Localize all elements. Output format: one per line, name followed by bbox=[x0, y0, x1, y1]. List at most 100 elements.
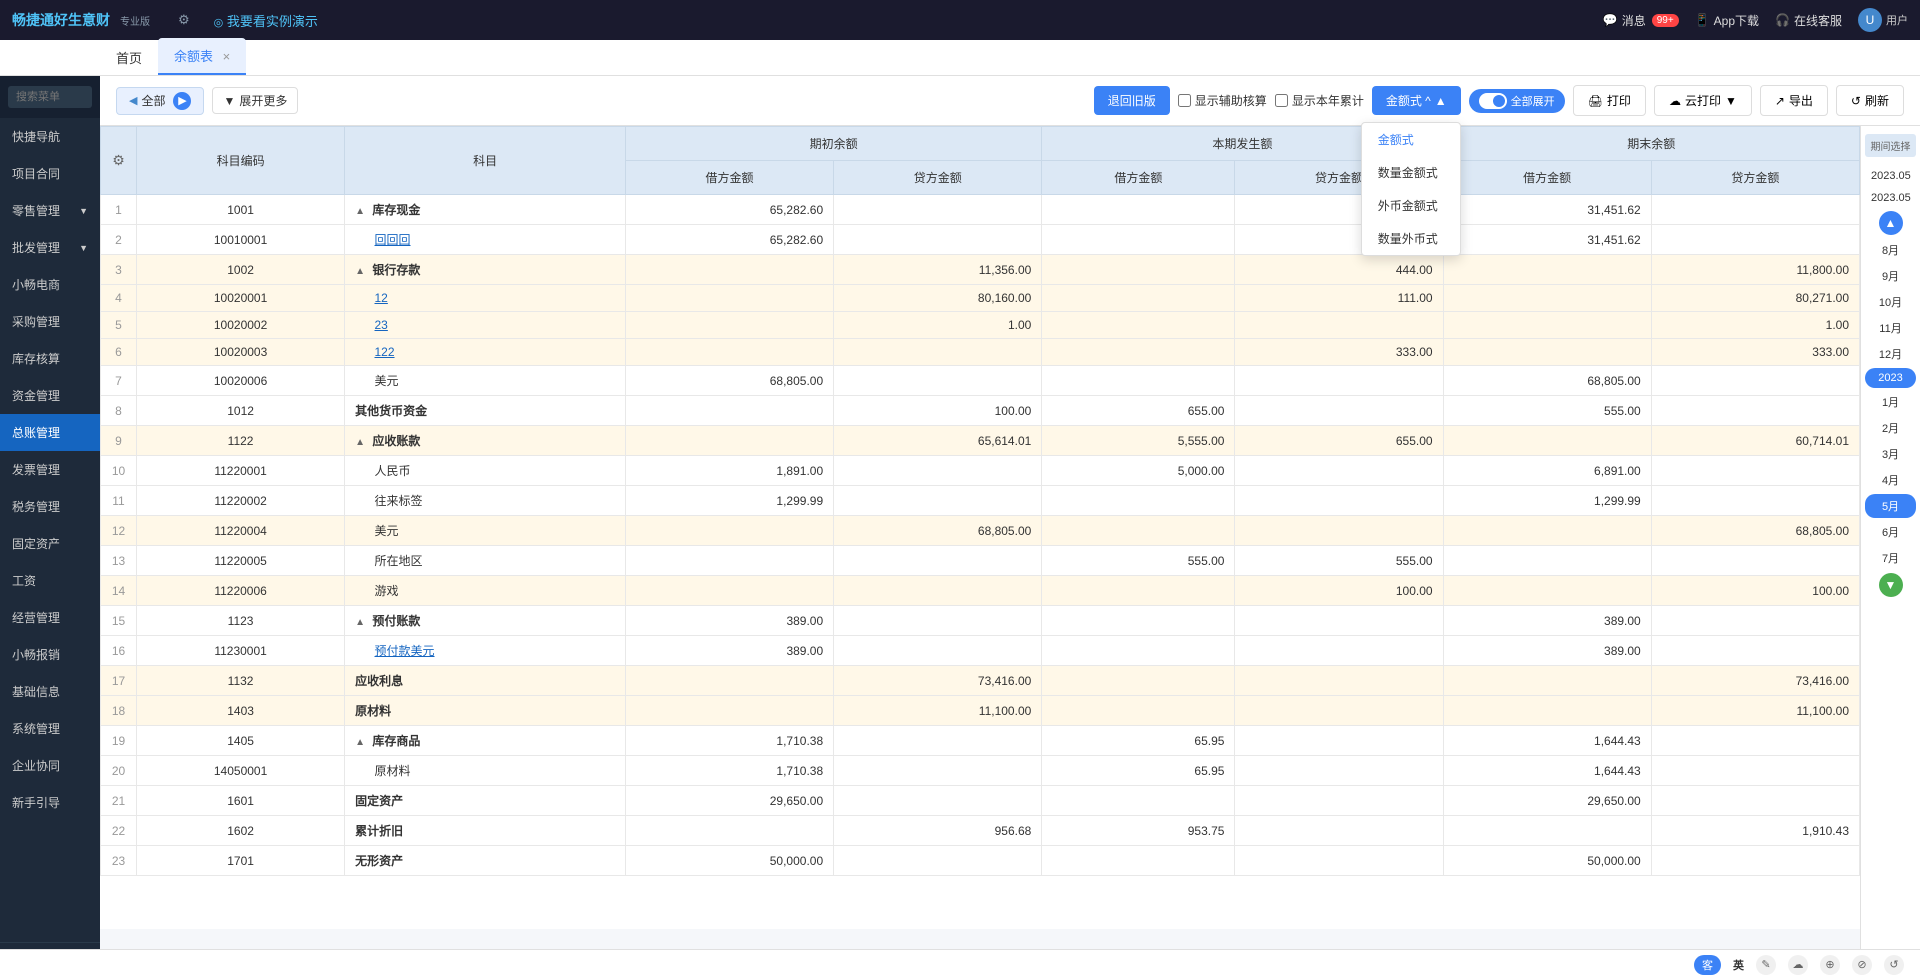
sidebar-item-quick-nav[interactable]: 快捷导航 bbox=[0, 118, 100, 155]
app-download-btn[interactable]: 📱 App下载 bbox=[1695, 12, 1759, 29]
cloud-sync-icon[interactable]: ☁ bbox=[1788, 955, 1808, 975]
export-btn[interactable]: ↗ 导出 bbox=[1760, 85, 1828, 116]
row-name-link[interactable]: 回回回 bbox=[375, 233, 411, 247]
expand-triangle-icon[interactable]: ▲ bbox=[355, 206, 365, 217]
row-ob-credit bbox=[834, 786, 1042, 816]
date-1[interactable]: 1月 bbox=[1865, 390, 1916, 414]
message-badge: 99+ bbox=[1652, 14, 1679, 27]
sidebar-item-system[interactable]: 系统管理 bbox=[0, 710, 100, 747]
tab-close-icon[interactable]: × bbox=[223, 49, 231, 64]
expand-triangle-icon[interactable]: ▲ bbox=[355, 617, 365, 628]
date-5[interactable]: 5月 bbox=[1865, 494, 1916, 518]
chat-btn[interactable]: 客 bbox=[1694, 955, 1721, 975]
table-container[interactable]: ⚙ 科目编码 科目 期初余额 本期发生额 期末余额 借方金额 贷方金额 借方金额 bbox=[100, 126, 1860, 929]
row-code: 10020006 bbox=[137, 366, 345, 396]
print-btn[interactable]: 🖨 打印 bbox=[1573, 85, 1646, 116]
sidebar-item-wholesale[interactable]: 批发管理▼ bbox=[0, 229, 100, 266]
cloud-print-btn[interactable]: ☁ 云打印 ▼ bbox=[1654, 85, 1752, 116]
sidebar-item-basic-info[interactable]: 基础信息 bbox=[0, 673, 100, 710]
nav-up-circle[interactable]: ▲ bbox=[1879, 211, 1903, 235]
date-6[interactable]: 6月 bbox=[1865, 520, 1916, 544]
back-to-old-btn[interactable]: 退回旧版 bbox=[1094, 86, 1170, 115]
print-icon: 🖨 bbox=[1588, 94, 1603, 108]
demo-link[interactable]: ◎ 我要看实例演示 bbox=[214, 11, 318, 30]
sidebar-item-project[interactable]: 项目合同 bbox=[0, 155, 100, 192]
sidebar-item-payroll[interactable]: 工资 bbox=[0, 562, 100, 599]
row-name-link[interactable]: 12 bbox=[375, 291, 388, 305]
lang-switcher[interactable]: 英 bbox=[1733, 957, 1744, 973]
expand-triangle-icon[interactable]: ▲ bbox=[355, 266, 365, 277]
date-year1[interactable]: 2023.05 bbox=[1865, 166, 1916, 186]
sidebar-item-inventory[interactable]: 库存核算 bbox=[0, 340, 100, 377]
row-cb-credit: 80,271.00 bbox=[1651, 285, 1859, 312]
user-avatar[interactable]: U 用户 bbox=[1858, 8, 1908, 32]
sidebar-item-cooperation[interactable]: 企业协同 bbox=[0, 747, 100, 784]
row-name-bold: 库存商品 bbox=[372, 734, 420, 748]
sidebar-item-ledger[interactable]: 总账管理 bbox=[0, 414, 100, 451]
settings-icon[interactable]: ⚙ bbox=[178, 12, 190, 28]
rotate-icon[interactable]: ↺ bbox=[1884, 955, 1904, 975]
show-year-checkbox[interactable] bbox=[1275, 94, 1288, 107]
search-input[interactable] bbox=[8, 86, 92, 108]
show-aux-check-label[interactable]: 显示辅助核算 bbox=[1178, 92, 1267, 109]
date-3[interactable]: 3月 bbox=[1865, 442, 1916, 466]
row-name-link[interactable]: 122 bbox=[375, 345, 395, 359]
sidebar-item-ecommerce[interactable]: 小畅电商 bbox=[0, 266, 100, 303]
date-4[interactable]: 4月 bbox=[1865, 468, 1916, 492]
date-8[interactable]: 8月 bbox=[1865, 238, 1916, 262]
sidebar-item-guide[interactable]: 新手引导 bbox=[0, 784, 100, 821]
row-name[interactable]: 23 bbox=[345, 312, 626, 339]
expand-triangle-icon[interactable]: ▲ bbox=[355, 737, 365, 748]
chevron-icon: ▼ bbox=[79, 243, 88, 253]
sidebar-item-purchase[interactable]: 采购管理 bbox=[0, 303, 100, 340]
add-icon[interactable]: ⊕ bbox=[1820, 955, 1840, 975]
menu-item-qty-foreign[interactable]: 数量外币式 bbox=[1362, 222, 1460, 255]
message-btn[interactable]: 💬 消息 99+ bbox=[1603, 12, 1679, 29]
menu-item-amount[interactable]: 金额式 bbox=[1362, 123, 1460, 156]
menu-item-foreign-amount[interactable]: 外币金额式 bbox=[1362, 189, 1460, 222]
date-10[interactable]: 10月 bbox=[1865, 290, 1916, 314]
date-9[interactable]: 9月 bbox=[1865, 264, 1916, 288]
date-2023[interactable]: 2023 bbox=[1865, 368, 1916, 388]
settings-icon[interactable]: ⚙ bbox=[112, 152, 125, 168]
date-2[interactable]: 2月 bbox=[1865, 416, 1916, 440]
show-year-check-label[interactable]: 显示本年累计 bbox=[1275, 92, 1364, 109]
expand-more-btn[interactable]: ▼ 展开更多 bbox=[212, 87, 298, 114]
sidebar-item-tax[interactable]: 税务管理 bbox=[0, 488, 100, 525]
nav-down-circle[interactable]: ▼ bbox=[1879, 573, 1903, 597]
all-filter[interactable]: ◀ 全部 ▶ bbox=[116, 87, 204, 115]
row-ob-debit bbox=[625, 546, 833, 576]
date-12[interactable]: 12月 bbox=[1865, 342, 1916, 366]
date-year2[interactable]: 2023.05 bbox=[1865, 188, 1916, 208]
menu-item-qty-amount[interactable]: 数量金额式 bbox=[1362, 156, 1460, 189]
row-name[interactable]: 预付款美元 bbox=[345, 636, 626, 666]
sidebar-item-expense[interactable]: 小畅报销 bbox=[0, 636, 100, 673]
refresh-btn[interactable]: ↺ 刷新 bbox=[1836, 85, 1904, 116]
online-service-btn[interactable]: 🎧 在线客服 bbox=[1775, 12, 1842, 29]
row-name[interactable]: 回回回 bbox=[345, 225, 626, 255]
row-cb-debit: 50,000.00 bbox=[1443, 846, 1651, 876]
sidebar-item-invoice[interactable]: 发票管理 bbox=[0, 451, 100, 488]
row-name[interactable]: 12 bbox=[345, 285, 626, 312]
tab-home[interactable]: 首页 bbox=[100, 40, 158, 75]
block-icon[interactable]: ⊘ bbox=[1852, 955, 1872, 975]
sidebar-item-management[interactable]: 经营管理 bbox=[0, 599, 100, 636]
expand-triangle-icon[interactable]: ▲ bbox=[355, 437, 365, 448]
amount-mode-btn[interactable]: 金额式 ^ ▲ bbox=[1372, 86, 1461, 115]
row-name-link[interactable]: 预付款美元 bbox=[375, 644, 435, 658]
expand-all-toggle[interactable]: 全部展开 bbox=[1469, 89, 1565, 113]
row-cd-debit bbox=[1042, 666, 1235, 696]
sidebar-item-retail[interactable]: 零售管理▼ bbox=[0, 192, 100, 229]
date-11[interactable]: 11月 bbox=[1865, 316, 1916, 340]
forward-arrow-icon[interactable]: ▶ bbox=[173, 92, 191, 110]
sidebar-item-fixed-assets[interactable]: 固定资产 bbox=[0, 525, 100, 562]
col-settings-header[interactable]: ⚙ bbox=[101, 127, 137, 195]
date-7[interactable]: 7月 bbox=[1865, 546, 1916, 570]
edit-icon[interactable]: ✎ bbox=[1756, 955, 1776, 975]
row-name[interactable]: 122 bbox=[345, 339, 626, 366]
row-name-link[interactable]: 23 bbox=[375, 318, 388, 332]
tab-balance[interactable]: 余额表 × bbox=[158, 38, 246, 75]
show-aux-checkbox[interactable] bbox=[1178, 94, 1191, 107]
sidebar-item-capital[interactable]: 资金管理 bbox=[0, 377, 100, 414]
toggle-switch[interactable] bbox=[1479, 93, 1507, 109]
